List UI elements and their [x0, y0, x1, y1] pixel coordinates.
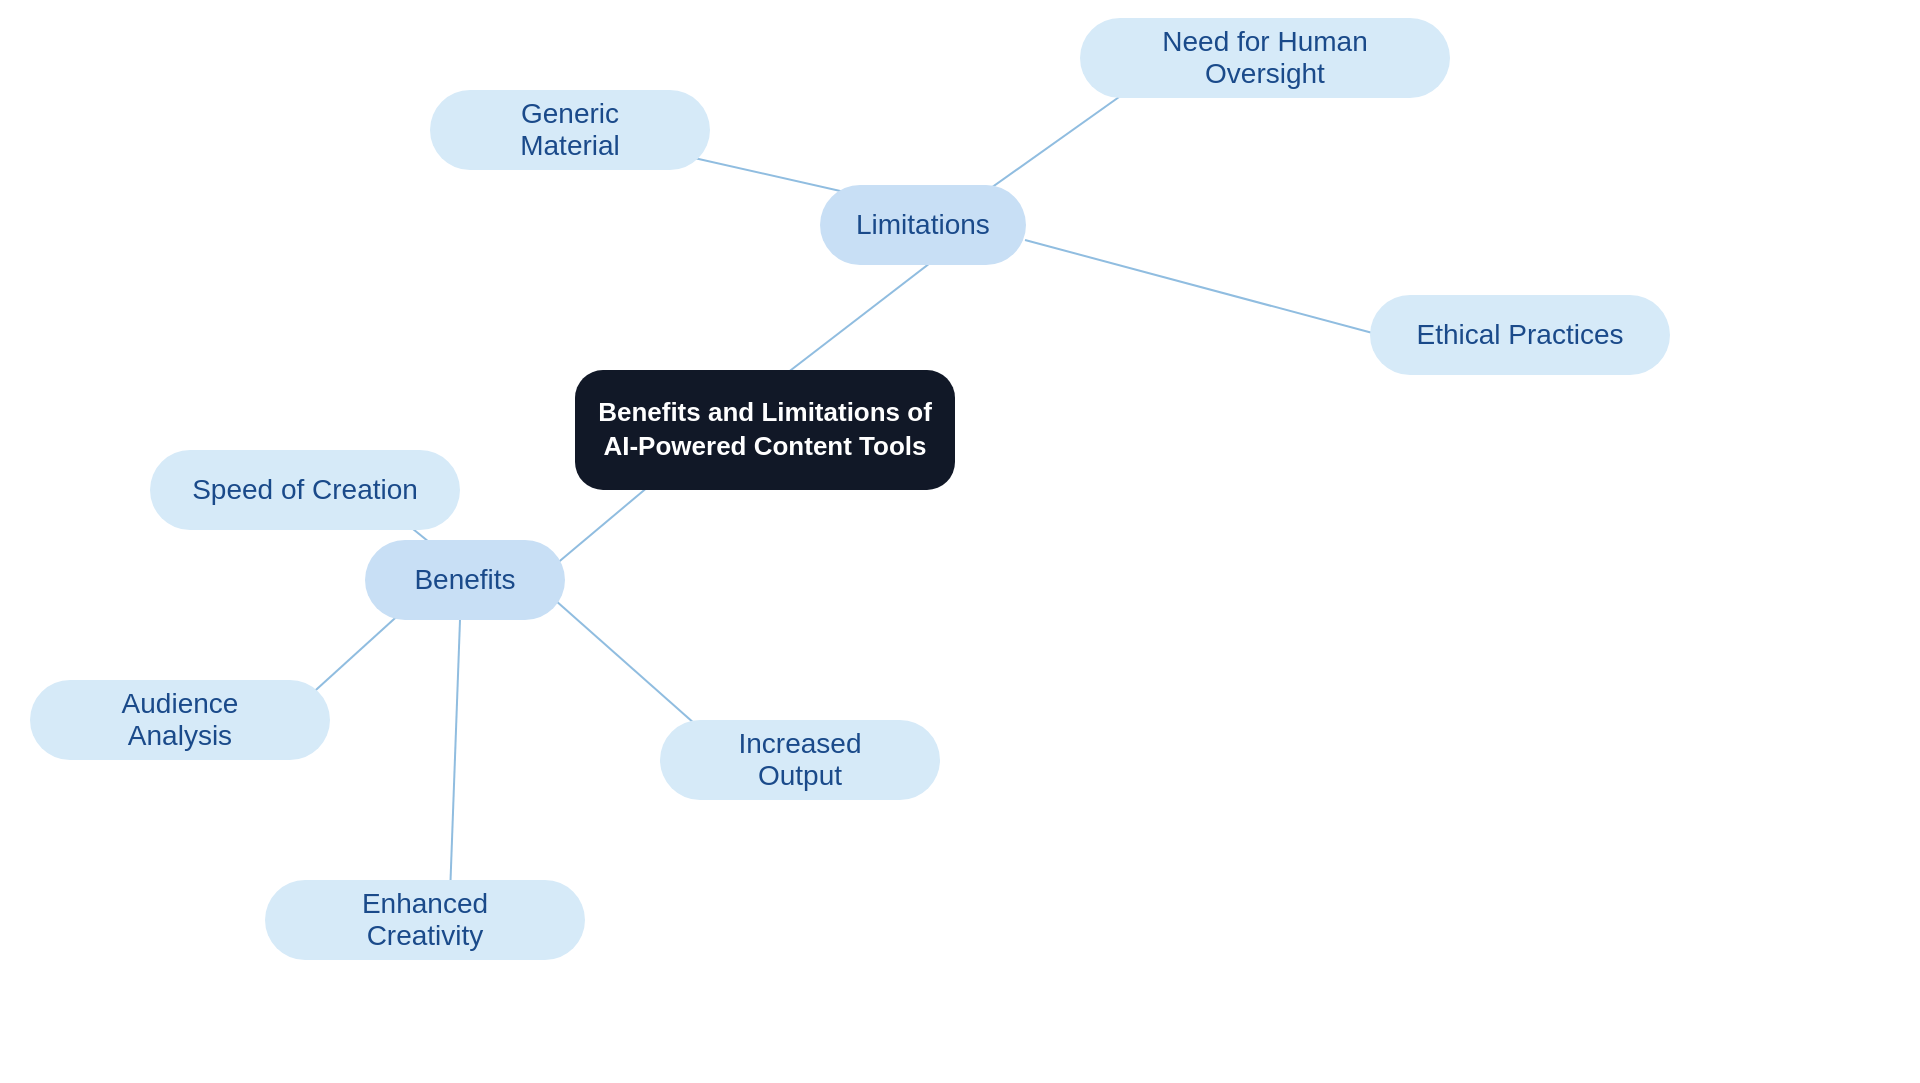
center-node: Benefits and Limitations of AI-Powered C…: [575, 370, 955, 490]
output-label: Increased Output: [700, 728, 900, 792]
oversight-label: Need for Human Oversight: [1120, 26, 1410, 90]
generic-label: Generic Material: [470, 98, 670, 162]
speed-node: Speed of Creation: [150, 450, 460, 530]
limitations-node: Limitations: [820, 185, 1026, 265]
center-label: Benefits and Limitations of AI-Powered C…: [598, 396, 932, 464]
generic-node: Generic Material: [430, 90, 710, 170]
creativity-label: Enhanced Creativity: [305, 888, 545, 952]
ethical-label: Ethical Practices: [1417, 319, 1624, 351]
audience-node: Audience Analysis: [30, 680, 330, 760]
benefits-node: Benefits: [365, 540, 565, 620]
creativity-node: Enhanced Creativity: [265, 880, 585, 960]
oversight-node: Need for Human Oversight: [1080, 18, 1450, 98]
svg-line-8: [450, 620, 460, 895]
output-node: Increased Output: [660, 720, 940, 800]
benefits-label: Benefits: [414, 564, 515, 596]
audience-label: Audience Analysis: [70, 688, 290, 752]
speed-label: Speed of Creation: [192, 474, 418, 506]
ethical-node: Ethical Practices: [1370, 295, 1670, 375]
limitations-label: Limitations: [856, 209, 990, 241]
svg-line-3: [1025, 240, 1380, 335]
